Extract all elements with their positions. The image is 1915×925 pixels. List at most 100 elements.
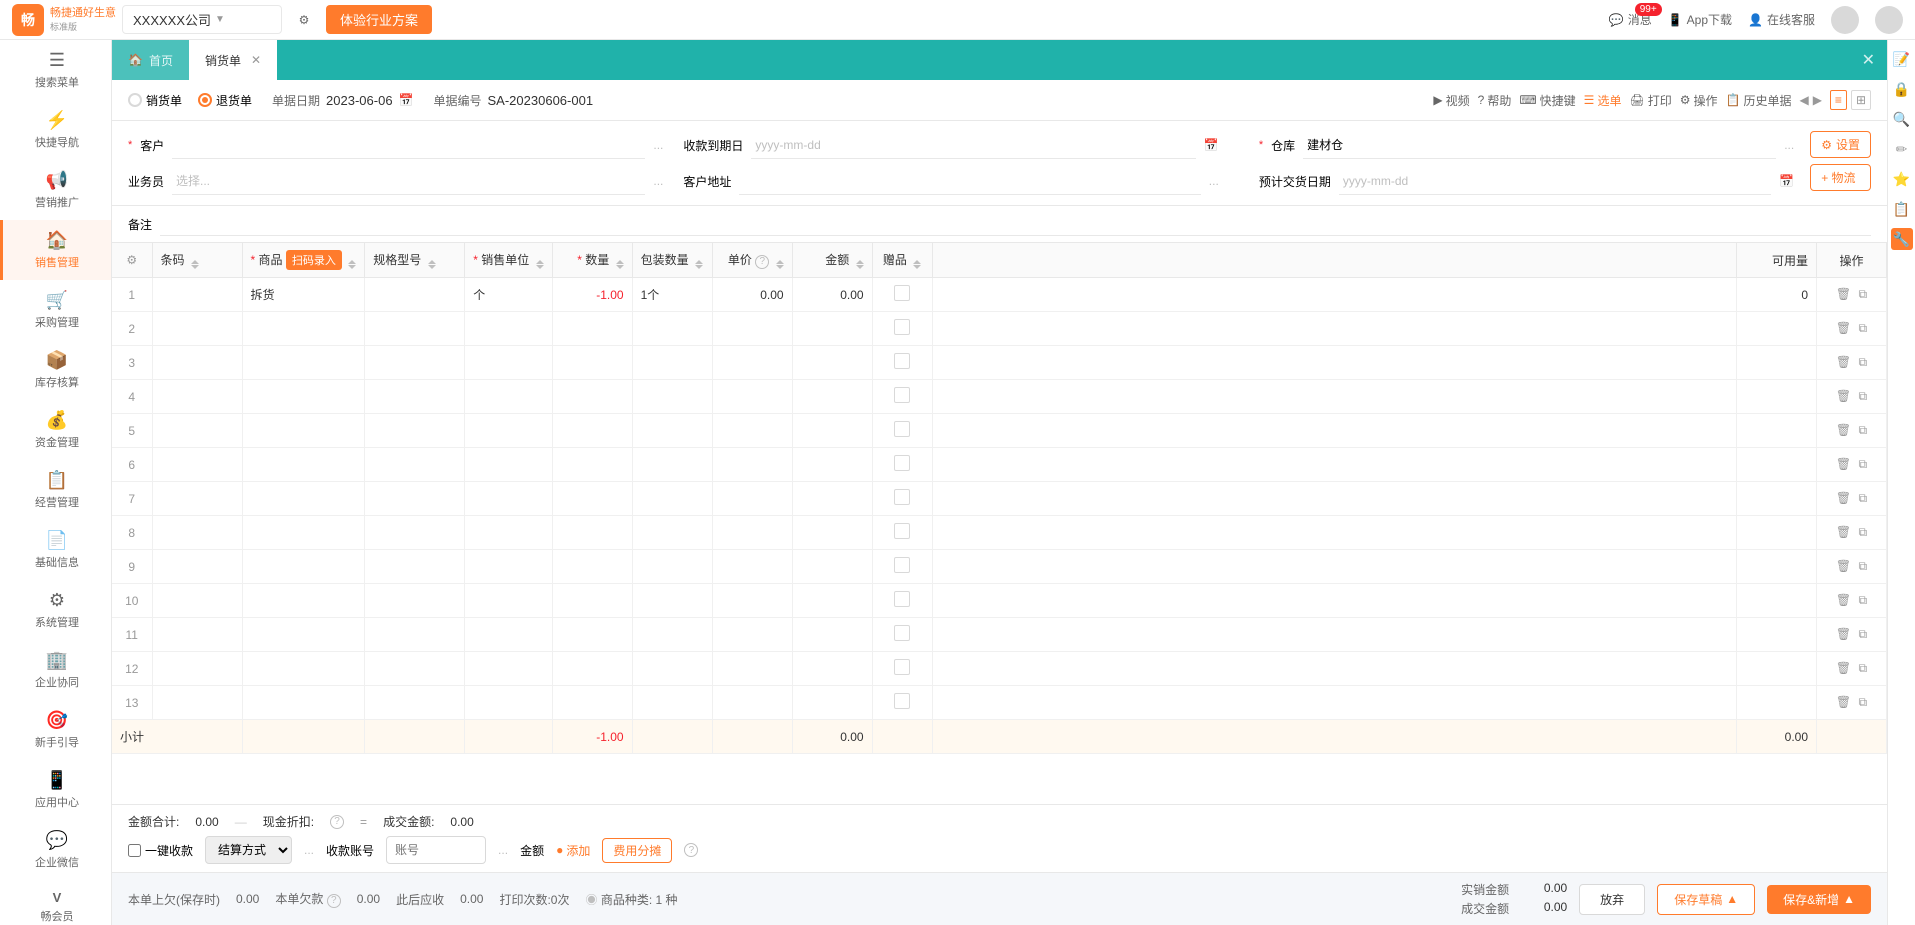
cell-unit[interactable] [465, 652, 552, 686]
gift-checkbox[interactable] [894, 557, 910, 573]
barcode-sort[interactable] [191, 260, 199, 269]
tab-close-icon[interactable]: ✕ [251, 53, 261, 67]
cell-amount[interactable] [792, 652, 872, 686]
cell-qty[interactable] [552, 618, 632, 652]
cell-unit[interactable] [465, 448, 552, 482]
date-value[interactable]: 2023-06-06 [326, 93, 393, 108]
price-sort[interactable] [776, 260, 784, 269]
delete-icon[interactable]: 🗑 [1836, 355, 1851, 369]
cell-pack[interactable] [632, 618, 712, 652]
tab-home[interactable]: 🏠 首页 [112, 40, 189, 80]
delete-icon[interactable]: 🗑 [1836, 423, 1851, 437]
cell-price[interactable] [712, 448, 792, 482]
sidebar-item-app-center[interactable]: 📱 应用中心 [0, 760, 111, 820]
cell-gift[interactable] [872, 618, 932, 652]
copy-icon[interactable]: ⧉ [1859, 661, 1868, 675]
sidebar-item-search[interactable]: ☰ 搜索菜单 [0, 40, 111, 100]
cell-barcode[interactable] [152, 550, 242, 584]
cell-amount[interactable] [792, 448, 872, 482]
cell-pack[interactable] [632, 380, 712, 414]
sidebar-item-base-info[interactable]: 📄 基础信息 [0, 520, 111, 580]
trial-button[interactable]: 体验行业方案 [326, 5, 432, 34]
cell-gift[interactable] [872, 550, 932, 584]
right-panel-btn-5[interactable]: ⭐ [1891, 168, 1913, 190]
settlement-select[interactable]: 结算方式 [205, 836, 292, 864]
copy-icon[interactable]: ⧉ [1859, 491, 1868, 505]
radio-sales-order[interactable]: 销货单 [128, 92, 182, 109]
cell-amount[interactable]: 0.00 [792, 278, 872, 312]
price-help-icon[interactable]: ? [755, 255, 769, 269]
account-input[interactable] [386, 836, 486, 864]
company-selector[interactable]: XXXXXX公司 ▼ [122, 5, 282, 34]
cell-qty[interactable]: -1.00 [552, 278, 632, 312]
cell-qty[interactable] [552, 414, 632, 448]
cell-amount[interactable] [792, 414, 872, 448]
cell-qty[interactable] [552, 346, 632, 380]
delete-icon[interactable]: 🗑 [1836, 321, 1851, 335]
cell-price[interactable] [712, 550, 792, 584]
copy-icon[interactable]: ⧉ [1859, 423, 1868, 437]
cell-barcode[interactable] [152, 618, 242, 652]
cell-pack[interactable] [632, 550, 712, 584]
cell-barcode[interactable] [152, 448, 242, 482]
cell-price[interactable] [712, 686, 792, 720]
delete-icon[interactable]: 🗑 [1836, 457, 1851, 471]
cell-qty[interactable] [552, 312, 632, 346]
prev-arrow[interactable]: ◀ [1799, 93, 1808, 107]
cell-unit[interactable] [465, 380, 552, 414]
cell-price[interactable] [712, 652, 792, 686]
cell-spec[interactable] [365, 448, 465, 482]
action-shortcut[interactable]: ⌨ 快捷键 [1519, 92, 1575, 109]
sidebar-item-finance[interactable]: 💰 资金管理 [0, 400, 111, 460]
action-print[interactable]: 🖨 打印 [1629, 92, 1671, 109]
payment-due-input[interactable]: yyyy-mm-dd [751, 131, 1195, 159]
customer-addr-dots[interactable]: ... [1209, 174, 1219, 188]
gift-checkbox[interactable] [894, 421, 910, 437]
cell-spec[interactable] [365, 312, 465, 346]
cell-qty[interactable] [552, 482, 632, 516]
qty-sort[interactable] [616, 260, 624, 269]
settlement-dots[interactable]: ... [304, 843, 314, 857]
copy-icon[interactable]: ⧉ [1859, 355, 1868, 369]
cell-spec[interactable] [365, 652, 465, 686]
cell-price[interactable] [712, 618, 792, 652]
cell-gift[interactable] [872, 278, 932, 312]
cell-unit[interactable] [465, 618, 552, 652]
cell-spec[interactable] [365, 584, 465, 618]
action-help[interactable]: ? 帮助 [1478, 92, 1512, 109]
setup-btn[interactable]: ⚙ 设置 [1810, 131, 1871, 158]
action-select[interactable]: ☰ 选单 [1584, 92, 1622, 109]
cell-goods[interactable] [242, 584, 365, 618]
cell-pack[interactable] [632, 516, 712, 550]
cell-unit[interactable]: 个 [465, 278, 552, 312]
delete-icon[interactable]: 🗑 [1836, 287, 1851, 301]
cell-qty[interactable] [552, 686, 632, 720]
cell-qty[interactable] [552, 550, 632, 584]
gift-checkbox[interactable] [894, 319, 910, 335]
cell-unit[interactable] [465, 482, 552, 516]
sidebar-item-wechat[interactable]: 💬 企业微信 [0, 820, 111, 880]
delete-icon[interactable]: 🗑 [1836, 559, 1851, 573]
cell-pack[interactable] [632, 584, 712, 618]
sidebar-item-guide[interactable]: 🎯 新手引导 [0, 700, 111, 760]
logistics-btn[interactable]: + 物流 [1810, 164, 1871, 191]
cell-goods[interactable]: 拆货 [242, 278, 365, 312]
spec-sort[interactable] [428, 260, 436, 269]
grid-view-btn[interactable]: ⊞ [1851, 90, 1871, 110]
one-click-checkbox-label[interactable]: 一键收款 [128, 842, 193, 859]
gift-checkbox[interactable] [894, 625, 910, 641]
delete-icon[interactable]: 🗑 [1836, 525, 1851, 539]
cell-barcode[interactable] [152, 414, 242, 448]
expected-delivery-calendar-icon[interactable]: 📅 [1779, 174, 1794, 188]
gift-checkbox[interactable] [894, 353, 910, 369]
unit-sort[interactable] [536, 260, 544, 269]
cell-amount[interactable] [792, 618, 872, 652]
gift-checkbox[interactable] [894, 693, 910, 709]
save-new-btn[interactable]: 保存&新增 ▲ [1767, 885, 1871, 914]
copy-icon[interactable]: ⧉ [1859, 593, 1868, 607]
action-operation[interactable]: ⚙ 操作 [1680, 92, 1718, 109]
next-arrow[interactable]: ▶ [1813, 93, 1822, 107]
delete-icon[interactable]: 🗑 [1836, 593, 1851, 607]
cell-price[interactable] [712, 584, 792, 618]
salesperson-dots[interactable]: ... [653, 174, 663, 188]
